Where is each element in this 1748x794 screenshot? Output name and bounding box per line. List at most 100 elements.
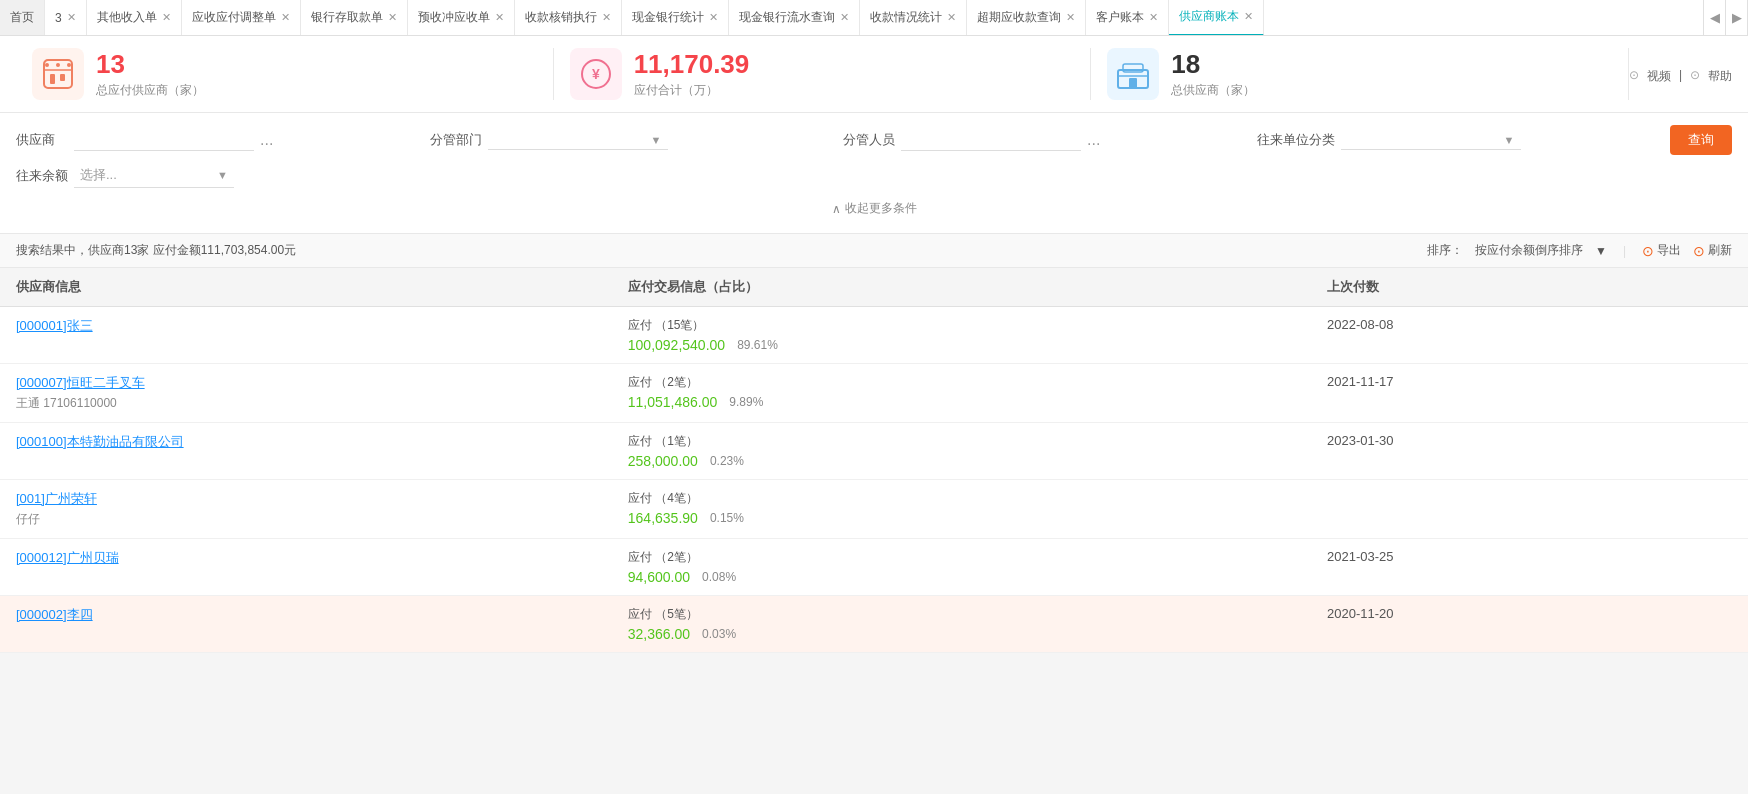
balance-placeholder: 选择... xyxy=(80,166,217,184)
nav-tab-receipt-stat[interactable]: 收款情况统计 ✕ xyxy=(860,0,967,36)
stat-label-total-suppliers: 总供应商（家） xyxy=(1171,82,1255,99)
result-bar: 搜索结果中，供应商13家 应付金额111,703,854.00元 排序： 按应付… xyxy=(0,234,1748,268)
export-icon: ⊙ xyxy=(1642,243,1654,259)
nav-tab-receipt-verify-close[interactable]: ✕ xyxy=(602,11,611,24)
svg-point-5 xyxy=(56,63,60,67)
nav-tab-receipt-verify-label: 收款核销执行 xyxy=(525,9,597,26)
payable-amount[interactable]: 94,600.00 xyxy=(628,569,690,585)
nav-tab-other-income-close[interactable]: ✕ xyxy=(162,11,171,24)
search-button[interactable]: 查询 xyxy=(1670,125,1732,155)
nav-tab-bank-deposit-close[interactable]: ✕ xyxy=(388,11,397,24)
supplier-link[interactable]: [000012]广州贝瑞 xyxy=(16,550,119,565)
supplier-link[interactable]: [000100]本特勤油品有限公司 xyxy=(16,434,184,449)
stat-block-total-suppliers: 18 总供应商（家） xyxy=(1091,48,1629,100)
nav-tab-home[interactable]: 首页 xyxy=(0,0,45,36)
table-row: [000012]广州贝瑞应付 （2笔）94,600.000.08%2021-03… xyxy=(0,539,1748,596)
table-row: [001]广州荣轩仔仔应付 （4笔）164,635.900.15% xyxy=(0,480,1748,539)
stat-info-payable: 11,170.39 应付合计（万） xyxy=(634,49,750,99)
table-row: [000002]李四 应付 （5笔） 32,366.00 0.03% 2020-11-2… xyxy=(0,596,1748,653)
nav-tab-receipt-verify[interactable]: 收款核销执行 ✕ xyxy=(515,0,622,36)
nav-tab-other-income[interactable]: 其他收入单 ✕ xyxy=(87,0,182,36)
payable-pct: 0.03% xyxy=(702,627,736,641)
nav-tab-prepay-offset-close[interactable]: ✕ xyxy=(495,11,504,24)
nav-arrows: ◀ ▶ xyxy=(1703,0,1748,36)
payable-amount[interactable]: 11,051,486.00 xyxy=(628,394,718,410)
supplier-sub-info: 仔仔 xyxy=(16,511,596,528)
circle-icon2: ⊙ xyxy=(1690,68,1700,82)
last-pay-cell: 2020-11-20 xyxy=(1311,596,1748,653)
nav-tab-supplier-ledger-close[interactable]: ✕ xyxy=(1244,10,1253,23)
nav-next-arrow[interactable]: ▶ xyxy=(1726,0,1748,36)
video-link[interactable]: 视频 xyxy=(1647,68,1671,85)
nav-tab-prepay-offset[interactable]: 预收冲应收单 ✕ xyxy=(408,0,515,36)
payable-count: 应付 （5笔） xyxy=(628,606,1295,623)
filter-row-1: 供应商 ... 分管部门 ▼ 分管人员 ... 往来单位分类 ▼ 查询 xyxy=(16,125,1732,155)
stat-info-suppliers: 13 总应付供应商（家） xyxy=(96,49,204,99)
supplier-dots[interactable]: ... xyxy=(260,131,273,149)
nav-tab-customer-ledger-close[interactable]: ✕ xyxy=(1149,11,1158,24)
nav-tab-bank-deposit[interactable]: 银行存取款单 ✕ xyxy=(301,0,408,36)
supplier-link[interactable]: [000001]张三 xyxy=(16,318,93,333)
nav-tab-overdue-ar[interactable]: 超期应收款查询 ✕ xyxy=(967,0,1086,36)
sort-chevron-icon[interactable]: ▼ xyxy=(1595,244,1607,258)
nav-tab-cash-flow-query[interactable]: 现金银行流水查询 ✕ xyxy=(729,0,860,36)
nav-tab-overdue-ar-label: 超期应收款查询 xyxy=(977,9,1061,26)
supplier-input[interactable] xyxy=(74,129,254,151)
nav-tab-receipt-stat-close[interactable]: ✕ xyxy=(947,11,956,24)
filter-item-person: 分管人员 ... xyxy=(843,129,1241,151)
col-header-payable: 应付交易信息（占比） xyxy=(612,268,1311,307)
payable-pct: 0.15% xyxy=(710,511,744,525)
sort-label: 排序： xyxy=(1427,242,1463,259)
nav-tab-cash-bank-stat[interactable]: 现金银行统计 ✕ xyxy=(622,0,729,36)
nav-tab-3-close[interactable]: ✕ xyxy=(67,11,76,24)
person-input[interactable] xyxy=(901,129,1081,151)
nav-tab-ar-ap-adjust[interactable]: 应收应付调整单 ✕ xyxy=(182,0,301,36)
stat-icon-payable: ¥ xyxy=(570,48,622,100)
supplier-cell: [000100]本特勤油品有限公司 xyxy=(0,423,612,480)
nav-tab-bank-deposit-label: 银行存取款单 xyxy=(311,9,383,26)
filter-label-category: 往来单位分类 xyxy=(1257,131,1335,149)
nav-tab-supplier-ledger[interactable]: 供应商账本 ✕ xyxy=(1169,0,1264,36)
filter-item-dept: 分管部门 ▼ xyxy=(430,131,828,150)
balance-select[interactable]: 选择... ▼ xyxy=(74,163,234,188)
payable-pct: 0.08% xyxy=(702,570,736,584)
nav-tab-ar-ap-adjust-close[interactable]: ✕ xyxy=(281,11,290,24)
payable-pct: 9.89% xyxy=(729,395,763,409)
stat-block-suppliers: 13 总应付供应商（家） xyxy=(16,48,554,100)
nav-tab-cash-bank-stat-close[interactable]: ✕ xyxy=(709,11,718,24)
dept-select[interactable]: ▼ xyxy=(488,131,668,150)
stat-icon-suppliers xyxy=(32,48,84,100)
collapse-button[interactable]: ∧ 收起更多条件 xyxy=(16,196,1732,221)
export-button[interactable]: ⊙ 导出 xyxy=(1642,242,1681,259)
supplier-cell: [000007]恒旺二手叉车王通 17106110000 xyxy=(0,364,612,423)
supplier-cell: [000001]张三 xyxy=(0,307,612,364)
payable-amount[interactable]: 32,366.00 xyxy=(628,626,690,642)
payable-amount[interactable]: 100,092,540.00 xyxy=(628,337,725,353)
filter-label-person: 分管人员 xyxy=(843,131,895,149)
supplier-link[interactable]: [000002]李四 xyxy=(16,607,93,622)
stat-value-payable: 11,170.39 xyxy=(634,49,750,80)
category-select[interactable]: ▼ xyxy=(1341,131,1521,150)
refresh-button[interactable]: ⊙ 刷新 xyxy=(1693,242,1732,259)
payable-amount[interactable]: 164,635.90 xyxy=(628,510,698,526)
table-container: 供应商信息 应付交易信息（占比） 上次付数 [000001]张三应付 （15笔）… xyxy=(0,268,1748,653)
supplier-link[interactable]: [000007]恒旺二手叉车 xyxy=(16,375,145,390)
stat-icon-total-suppliers xyxy=(1107,48,1159,100)
nav-tab-receipt-stat-label: 收款情况统计 xyxy=(870,9,942,26)
person-dots[interactable]: ... xyxy=(1087,131,1100,149)
last-pay-cell: 2021-11-17 xyxy=(1311,364,1748,423)
nav-tab-3[interactable]: 3 ✕ xyxy=(45,0,87,36)
table-row: [000100]本特勤油品有限公司 应付 （1笔）258,000.000.23%2… xyxy=(0,423,1748,480)
nav-prev-arrow[interactable]: ◀ xyxy=(1704,0,1726,36)
payable-pct: 89.61% xyxy=(737,338,778,352)
payable-cell: 应付 （1笔）258,000.000.23% xyxy=(612,423,1311,480)
sort-value[interactable]: 按应付余额倒序排序 xyxy=(1475,242,1583,259)
payable-amount[interactable]: 258,000.00 xyxy=(628,453,698,469)
help-link[interactable]: 帮助 xyxy=(1708,68,1732,85)
nav-tab-overdue-ar-close[interactable]: ✕ xyxy=(1066,11,1075,24)
nav-tab-customer-ledger[interactable]: 客户账本 ✕ xyxy=(1086,0,1169,36)
filter-item-category: 往来单位分类 ▼ xyxy=(1257,131,1655,150)
nav-tab-cash-flow-query-close[interactable]: ✕ xyxy=(840,11,849,24)
filter-row-2: 往来余额 选择... ▼ xyxy=(16,163,1732,188)
supplier-link[interactable]: [001]广州荣轩 xyxy=(16,491,97,506)
